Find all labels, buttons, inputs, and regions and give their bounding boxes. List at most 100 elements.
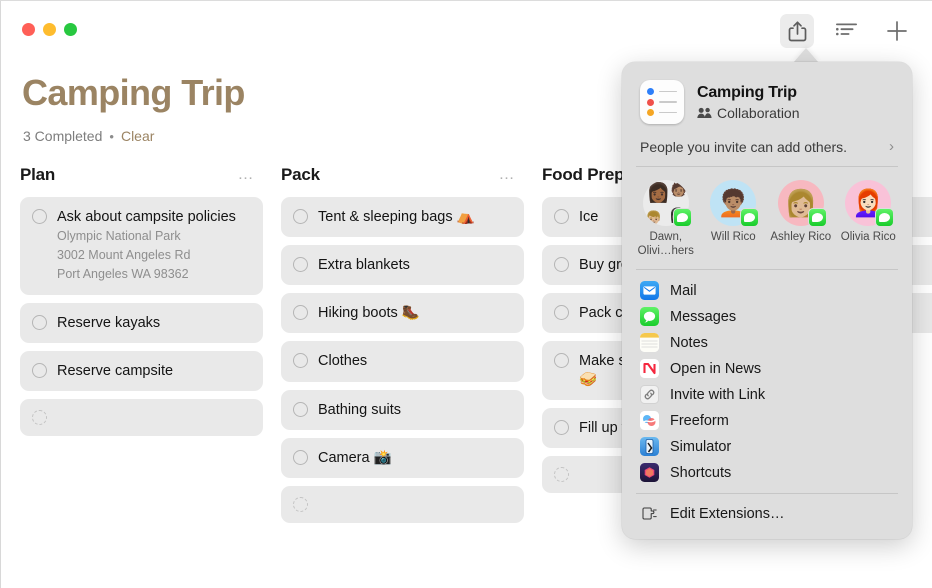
menu-item-notes[interactable]: Notes [622, 330, 912, 356]
checkbox-icon[interactable] [554, 257, 569, 273]
clear-completed-button[interactable]: Clear [121, 128, 154, 144]
list-column-plan: Plan … Ask about campsite policies Olymp… [20, 158, 263, 436]
row-content: Tent & sleeping bags ⛺ [318, 208, 475, 226]
completed-count: 3 Completed [23, 128, 103, 144]
menu-item-shortcuts[interactable]: Shortcuts [622, 460, 912, 486]
dot-blue-icon [647, 88, 654, 95]
participant[interactable]: 🧑🏽‍🦱 Will Rico [700, 180, 768, 259]
row-title: Tent & sleeping bags ⛺ [318, 209, 475, 225]
column-more-button[interactable]: … [238, 167, 256, 183]
menu-item-simulator[interactable]: Simulator [622, 434, 912, 460]
checkbox-icon[interactable] [293, 209, 308, 224]
row-title: Ask about campsite policies [57, 209, 236, 225]
menu-item-messages[interactable]: Messages [622, 304, 912, 330]
participant[interactable]: 👩🏼 Ashley Rico [767, 180, 835, 259]
table-row[interactable]: Reserve kayaks [20, 302, 263, 343]
column-header: Plan … [20, 158, 263, 192]
messages-badge-icon [672, 208, 692, 227]
checkbox-icon[interactable] [293, 401, 308, 417]
menu-item-label: Notes [670, 334, 708, 351]
row-content: Ask about campsite policies Olympic Nati… [57, 208, 236, 284]
new-reminder-row[interactable] [20, 398, 263, 436]
popover-header: Camping Trip Collaboration [622, 62, 912, 134]
column-rows: Ask about campsite policies Olympic Nati… [20, 197, 263, 436]
checkbox-icon[interactable] [293, 449, 308, 465]
page-title: Camping Trip [22, 72, 245, 113]
reminders-window: Camping Trip 3 Completed • Clear Plan … … [0, 0, 932, 588]
menu-item-freeform[interactable]: Freeform [622, 408, 912, 434]
table-row[interactable]: Clothes [281, 341, 524, 382]
row-title: Reserve kayaks [57, 314, 161, 331]
table-row[interactable]: Hiking boots 🥾 [281, 293, 524, 334]
window-controls [22, 23, 77, 36]
participant[interactable]: 👩🏾 🧑🏽 👦🏼 👩🏻 Dawn, Olivi…hers [632, 180, 700, 259]
checkbox-icon[interactable] [554, 419, 569, 435]
share-popover: Camping Trip Collaboration People you in… [622, 62, 912, 539]
people-icon [697, 107, 712, 118]
menu-item-invite-with-link[interactable]: Invite with Link [622, 382, 912, 408]
row-title: Bathing suits [318, 401, 402, 418]
table-row[interactable]: Camera 📸 [281, 437, 524, 478]
separator-dot: • [109, 128, 114, 144]
checkbox-icon[interactable] [293, 305, 308, 321]
avatar-wrap: 👩🏼 [777, 180, 827, 227]
table-row[interactable]: Reserve campsite [20, 350, 263, 391]
list-view-icon [836, 23, 857, 36]
face-icon: 👦🏼 [645, 210, 662, 225]
share-button[interactable] [780, 14, 814, 48]
new-reminder-row[interactable] [281, 485, 524, 523]
list-status-line: 3 Completed • Clear [23, 128, 154, 144]
checkbox-icon[interactable] [554, 209, 569, 224]
popover-titles: Camping Trip Collaboration [697, 84, 800, 121]
checkbox-icon[interactable] [293, 257, 308, 273]
add-reminder-button[interactable] [880, 14, 914, 48]
row-title: Extra blankets [318, 257, 410, 274]
avatar-wrap: 🧑🏽‍🦱 [710, 180, 760, 227]
checkbox-icon[interactable] [32, 362, 47, 378]
table-row[interactable]: Ask about campsite policies Olympic Nati… [20, 197, 263, 295]
checkbox-icon[interactable] [293, 496, 308, 512]
news-icon [640, 359, 659, 379]
row-content: Bathing suits [318, 401, 401, 419]
menu-item-open-in-news[interactable]: Open in News [622, 356, 912, 382]
checkbox-icon[interactable] [293, 353, 308, 369]
checkbox-icon[interactable] [554, 466, 569, 482]
row-note: 3002 Mount Angeles Rd [57, 248, 191, 263]
list-view-button[interactable] [830, 14, 864, 48]
messages-badge-icon [740, 208, 760, 227]
column-more-button[interactable]: … [499, 167, 517, 183]
menu-item-label: Freeform [670, 412, 729, 429]
row-title: Hiking boots 🥾 [318, 305, 420, 322]
column-header: Pack … [281, 158, 524, 192]
table-row[interactable]: Tent & sleeping bags ⛺ [281, 197, 524, 238]
mail-icon [640, 281, 659, 301]
row-content: Reserve kayaks [57, 314, 160, 332]
face-icon: 👩🏾 [646, 183, 671, 204]
row-content: Camera 📸 [318, 449, 392, 467]
messages-badge-icon [875, 208, 895, 227]
table-row[interactable]: Extra blankets [281, 245, 524, 286]
checkbox-icon[interactable] [554, 353, 569, 369]
close-button[interactable] [22, 23, 35, 36]
share-icon [788, 20, 806, 41]
table-row[interactable]: Bathing suits [281, 389, 524, 430]
minimize-button[interactable] [43, 23, 56, 36]
row-note: Port Angeles WA 98362 [57, 267, 189, 282]
messages-badge-icon [807, 208, 827, 227]
avatar-wrap: 👩🏾 🧑🏽 👦🏼 👩🏻 [642, 180, 692, 227]
menu-item-edit-extensions[interactable]: Edit Extensions… [622, 501, 912, 527]
menu-item-label: Messages [670, 308, 737, 325]
menu-item-mail[interactable]: Mail [622, 278, 912, 304]
popover-subtitle: Collaboration [717, 104, 800, 121]
checkbox-icon[interactable] [32, 314, 47, 330]
popover-subtitle-row: Collaboration [697, 105, 800, 121]
checkbox-icon[interactable] [32, 209, 47, 224]
checkbox-icon[interactable] [554, 305, 569, 321]
participant-name: Will Rico [710, 231, 756, 243]
menu-item-label: Mail [670, 282, 697, 299]
checkbox-icon[interactable] [32, 409, 47, 425]
zoom-button[interactable] [64, 23, 77, 36]
participant[interactable]: 👩🏻‍🦰 Olivia Rico [835, 180, 903, 259]
permission-row[interactable]: People you invite can add others. › [622, 134, 912, 166]
column-rows: Tent & sleeping bags ⛺ Extra blankets Hi… [281, 197, 524, 523]
